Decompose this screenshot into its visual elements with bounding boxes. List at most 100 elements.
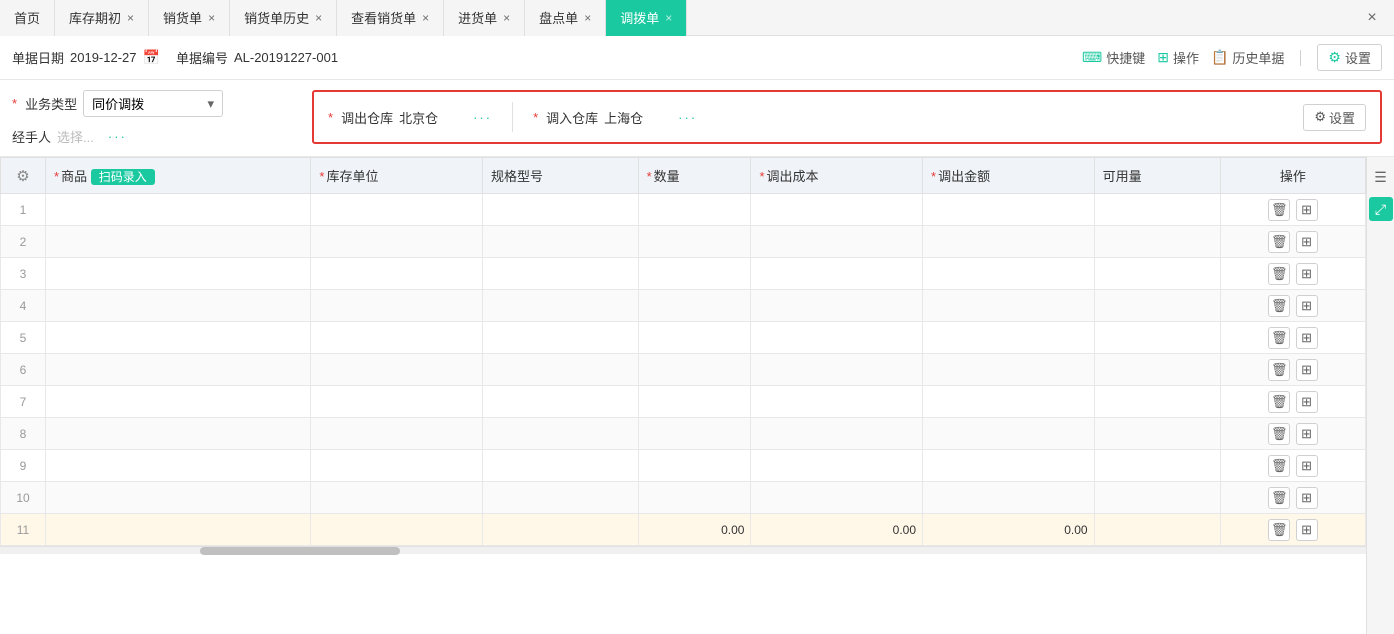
cell-cost-9[interactable] (751, 450, 923, 482)
cell-spec-3[interactable] (482, 258, 638, 290)
cell-unit-6[interactable] (311, 354, 483, 386)
calendar-icon[interactable]: 📅 (143, 49, 160, 66)
copy-icon[interactable]: ⊞ (1296, 519, 1318, 541)
cell-product-2[interactable] (46, 226, 311, 258)
tab-transfer-close[interactable]: × (665, 11, 672, 25)
horizontal-scrollbar[interactable] (0, 546, 1366, 554)
delete-icon-6[interactable]: 🗑 (1268, 359, 1290, 381)
warehouse-in-value[interactable]: 上海仓 (604, 108, 664, 127)
delete-icon-3[interactable]: 🗑 (1268, 263, 1290, 285)
cell-spec-5[interactable] (482, 322, 638, 354)
cell-product-8[interactable] (46, 418, 311, 450)
cell-qty-1[interactable] (638, 194, 751, 226)
delete-icon-7[interactable]: 🗑 (1268, 391, 1290, 413)
cell-cost-8[interactable] (751, 418, 923, 450)
cell-cost-10[interactable] (751, 482, 923, 514)
operations-button[interactable]: ⊞ 操作 (1157, 48, 1199, 67)
scan-badge[interactable]: 扫码录入 (91, 169, 155, 185)
gear-settings-icon[interactable]: ⚙ (9, 162, 37, 190)
copy-icon-1[interactable]: ⊞ (1296, 199, 1318, 221)
delete-icon-9[interactable]: 🗑 (1268, 455, 1290, 477)
cell-cost-7[interactable] (751, 386, 923, 418)
sidebar-list-icon[interactable]: ☰ (1369, 165, 1393, 189)
cell-spec-4[interactable] (482, 290, 638, 322)
cell-spec-6[interactable] (482, 354, 638, 386)
cell-product-1[interactable] (46, 194, 311, 226)
cell-amount-8[interactable] (923, 418, 1095, 450)
cell-unit-10[interactable] (311, 482, 483, 514)
cell-amount-7[interactable] (923, 386, 1095, 418)
warehouse-out-value[interactable]: 北京仓 (399, 108, 459, 127)
delete-icon-5[interactable]: 🗑 (1268, 327, 1290, 349)
cell-qty-9[interactable] (638, 450, 751, 482)
cell-product-3[interactable] (46, 258, 311, 290)
cell-unit-4[interactable] (311, 290, 483, 322)
cell-cost-3[interactable] (751, 258, 923, 290)
history-button[interactable]: 📋 历史单据 (1211, 48, 1284, 67)
cell-amount-9[interactable] (923, 450, 1095, 482)
cell-unit-7[interactable] (311, 386, 483, 418)
cell-amount-4[interactable] (923, 290, 1095, 322)
person-placeholder[interactable]: 选择... (57, 127, 94, 146)
cell-product-7[interactable] (46, 386, 311, 418)
cell-unit-8[interactable] (311, 418, 483, 450)
cell-cost-1[interactable] (751, 194, 923, 226)
tab-sales-order[interactable]: 销货单 × (149, 0, 230, 36)
cell-spec-7[interactable] (482, 386, 638, 418)
tab-inventory-init-close[interactable]: × (127, 11, 134, 25)
tab-view-sales-close[interactable]: × (422, 11, 429, 25)
tab-transfer[interactable]: 调拨单 × (606, 0, 687, 36)
tab-purchase-order[interactable]: 进货单 × (444, 0, 525, 36)
cell-unit-2[interactable] (311, 226, 483, 258)
cell-qty-2[interactable] (638, 226, 751, 258)
copy-icon-2[interactable]: ⊞ (1296, 231, 1318, 253)
cell-product-6[interactable] (46, 354, 311, 386)
delete-icon-10[interactable]: 🗑 (1268, 487, 1290, 509)
cell-qty-7[interactable] (638, 386, 751, 418)
cell-amount-10[interactable] (923, 482, 1095, 514)
cell-spec-10[interactable] (482, 482, 638, 514)
cell-product-10[interactable] (46, 482, 311, 514)
warehouse-in-dots[interactable]: ··· (678, 110, 697, 125)
person-dots[interactable]: ··· (108, 129, 127, 144)
cell-amount-1[interactable] (923, 194, 1095, 226)
cell-qty-10[interactable] (638, 482, 751, 514)
shortcuts-button[interactable]: ⌨ 快捷键 (1082, 48, 1145, 67)
tab-inventory-check-close[interactable]: × (584, 11, 591, 25)
warehouse-out-dots[interactable]: ··· (473, 110, 492, 125)
cell-product-5[interactable] (46, 322, 311, 354)
tab-view-sales[interactable]: 查看销货单 × (337, 0, 444, 36)
tab-sales-order-close[interactable]: × (208, 11, 215, 25)
cell-spec-2[interactable] (482, 226, 638, 258)
delete-icon[interactable]: 🗑 (1268, 519, 1290, 541)
delete-icon-8[interactable]: 🗑 (1268, 423, 1290, 445)
date-value[interactable]: 2019-12-27 (70, 50, 137, 65)
sidebar-expand-icon[interactable]: ⤢ (1369, 197, 1393, 221)
copy-icon-5[interactable]: ⊞ (1296, 327, 1318, 349)
cell-qty-4[interactable] (638, 290, 751, 322)
copy-icon-7[interactable]: ⊞ (1296, 391, 1318, 413)
copy-icon-6[interactable]: ⊞ (1296, 359, 1318, 381)
copy-icon-9[interactable]: ⊞ (1296, 455, 1318, 477)
cell-spec-1[interactable] (482, 194, 638, 226)
cell-cost-6[interactable] (751, 354, 923, 386)
cell-cost-4[interactable] (751, 290, 923, 322)
copy-icon-4[interactable]: ⊞ (1296, 295, 1318, 317)
cell-unit-5[interactable] (311, 322, 483, 354)
cell-spec-8[interactable] (482, 418, 638, 450)
cell-product-4[interactable] (46, 290, 311, 322)
cell-cost-2[interactable] (751, 226, 923, 258)
delete-icon-4[interactable]: 🗑 (1268, 295, 1290, 317)
cell-cost-5[interactable] (751, 322, 923, 354)
tab-inventory-check[interactable]: 盘点单 × (525, 0, 606, 36)
cell-amount-3[interactable] (923, 258, 1095, 290)
cell-amount-2[interactable] (923, 226, 1095, 258)
warehouse-settings-button[interactable]: ⚙ 设置 (1303, 104, 1366, 131)
cell-qty-6[interactable] (638, 354, 751, 386)
cell-unit-1[interactable] (311, 194, 483, 226)
copy-icon-3[interactable]: ⊞ (1296, 263, 1318, 285)
cell-unit-3[interactable] (311, 258, 483, 290)
copy-icon-8[interactable]: ⊞ (1296, 423, 1318, 445)
close-window-button[interactable]: × (1358, 4, 1386, 32)
settings-button[interactable]: ⚙ 设置 (1317, 44, 1382, 71)
